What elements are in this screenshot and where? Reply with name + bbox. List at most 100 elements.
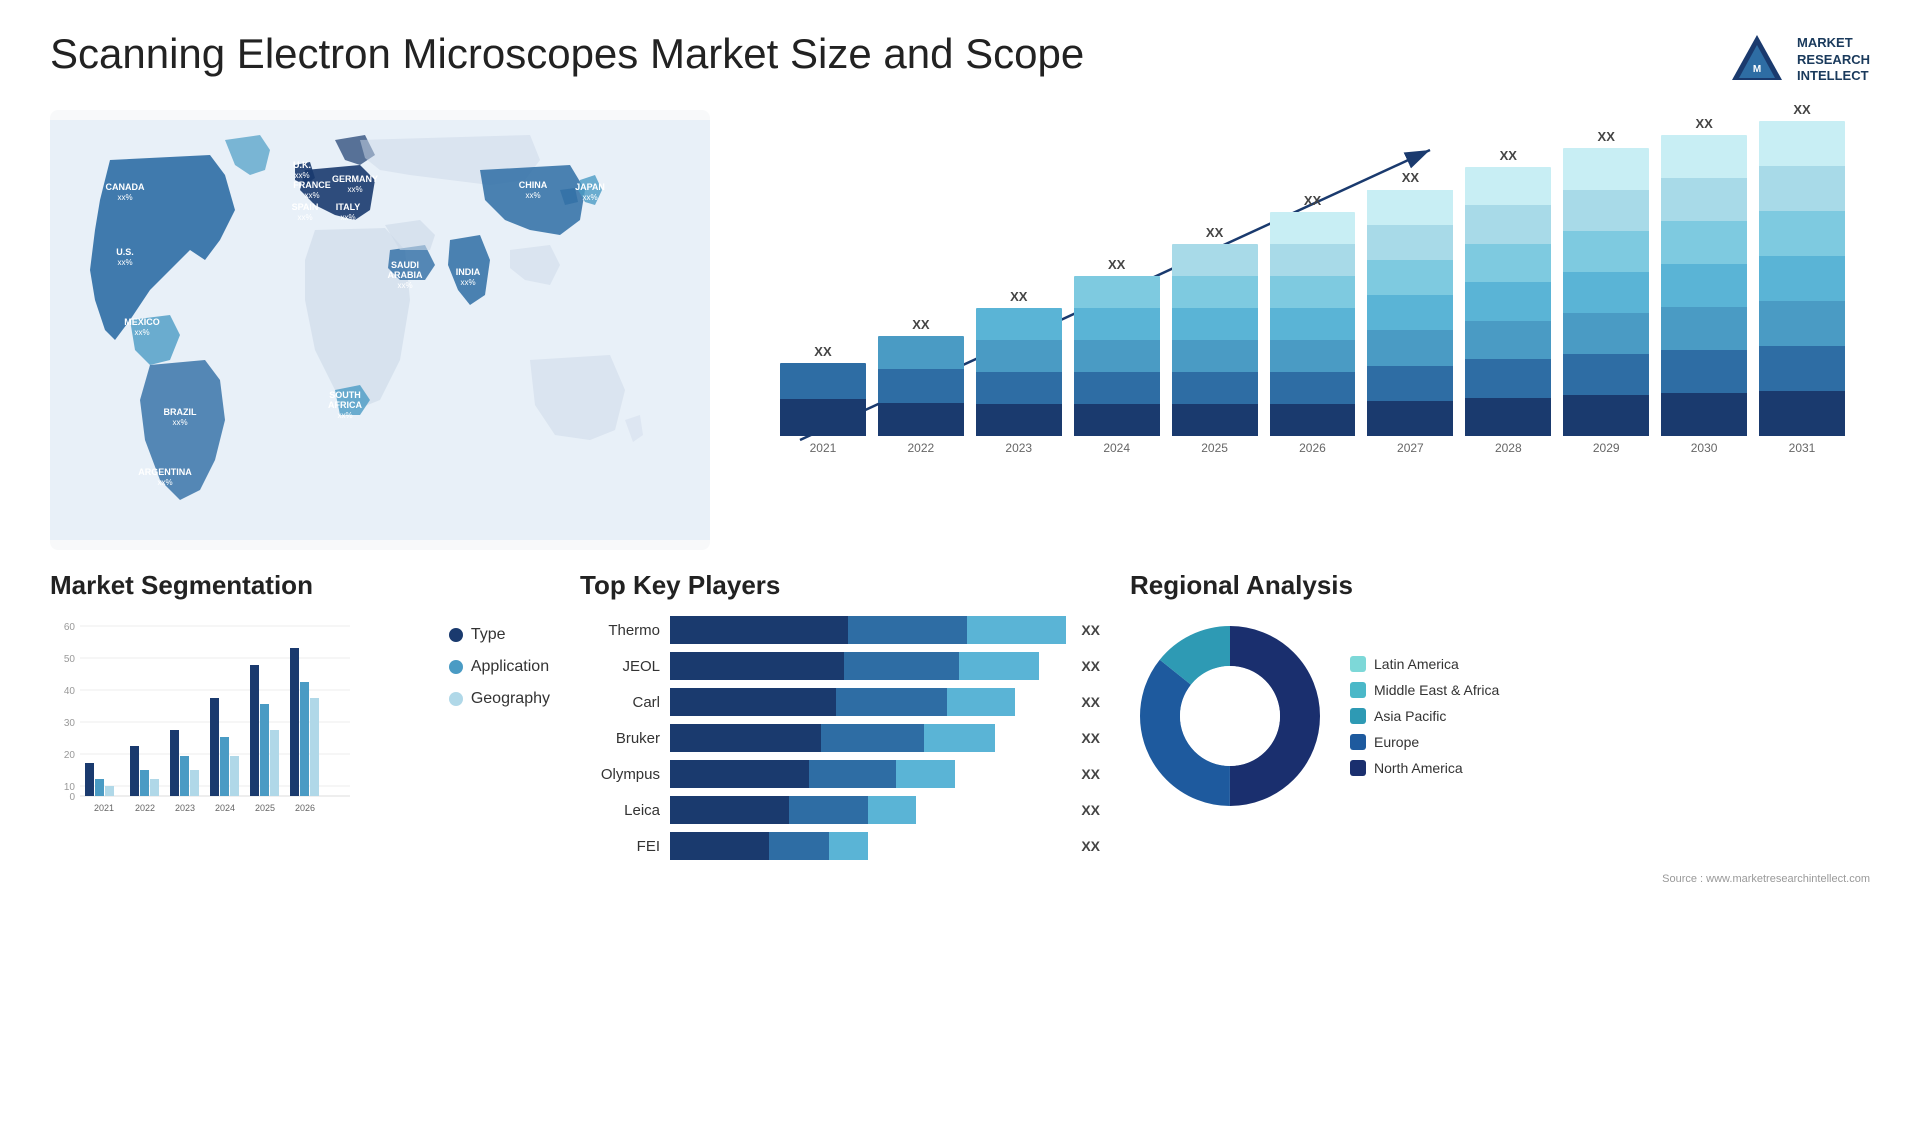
bar-xx-label-2025: XX: [1206, 225, 1223, 240]
player-bar-carl: [670, 688, 1066, 716]
y-axis: [755, 140, 775, 455]
legend-north-america-label: North America: [1374, 760, 1463, 776]
svg-text:ARABIA: ARABIA: [388, 270, 423, 280]
bar-year-label-2021: 2021: [810, 441, 837, 455]
segmentation-title: Market Segmentation: [50, 570, 550, 601]
svg-text:xx%: xx%: [337, 411, 352, 420]
svg-text:M: M: [1753, 64, 1761, 75]
legend-europe: Europe: [1350, 734, 1499, 750]
player-row-leica: Leica XX: [580, 796, 1100, 824]
svg-text:xx%: xx%: [340, 213, 355, 222]
logo-text: MARKET RESEARCH INTELLECT: [1797, 35, 1870, 86]
donut-chart-svg: [1130, 616, 1330, 816]
page-title: Scanning Electron Microscopes Market Siz…: [50, 30, 1084, 78]
bar-2031: [1759, 121, 1845, 436]
svg-text:xx%: xx%: [297, 213, 312, 222]
bar-xx-label-2030: XX: [1695, 116, 1712, 131]
bar-group-2027: XX2027: [1367, 170, 1453, 455]
bar-2029: [1563, 148, 1649, 436]
legend-geography-label: Geography: [471, 690, 550, 708]
player-bar-bruker: [670, 724, 1066, 752]
svg-text:xx%: xx%: [172, 418, 187, 427]
svg-text:2021: 2021: [94, 803, 114, 813]
svg-text:ARGENTINA: ARGENTINA: [138, 467, 192, 477]
seg-chart: 60 50 40 30 20 10 0 2021: [50, 616, 434, 841]
bar-xx-label-2027: XX: [1402, 170, 1419, 185]
svg-text:xx%: xx%: [294, 171, 309, 180]
player-bar-thermo: [670, 616, 1066, 644]
legend-latin-america-color: [1350, 656, 1366, 672]
bar-xx-label-2029: XX: [1598, 129, 1615, 144]
svg-text:SOUTH: SOUTH: [329, 390, 361, 400]
bar-group-2028: XX2028: [1465, 148, 1551, 455]
player-row-carl: Carl XX: [580, 688, 1100, 716]
bar-group-2021: XX2021: [780, 344, 866, 455]
bar-2021: [780, 363, 866, 436]
svg-text:U.S.: U.S.: [116, 247, 134, 257]
legend-application-dot: [449, 660, 463, 674]
svg-text:JAPAN: JAPAN: [575, 182, 605, 192]
bar-group-2026: XX2026: [1270, 193, 1356, 455]
bar-year-label-2026: 2026: [1299, 441, 1326, 455]
growth-chart-section: XX2021XX2022XX2023XX2024XX2025XX2026XX20…: [740, 110, 1870, 550]
legend-middle-east: Middle East & Africa: [1350, 682, 1499, 698]
bar-2024: [1074, 276, 1160, 436]
svg-text:xx%: xx%: [525, 191, 540, 200]
bar-group-2025: XX2025: [1172, 225, 1258, 455]
bar-group-2023: XX2023: [976, 289, 1062, 455]
svg-text:AFRICA: AFRICA: [328, 400, 362, 410]
player-bar-jeol: [670, 652, 1066, 680]
bar-group-2030: XX2030: [1661, 116, 1747, 455]
bar-year-label-2022: 2022: [908, 441, 935, 455]
bar-2026: [1270, 212, 1356, 436]
bar-2022: [878, 336, 964, 436]
bar-2028: [1465, 167, 1551, 436]
segmentation-section: Market Segmentation 60: [50, 570, 550, 860]
svg-text:ITALY: ITALY: [336, 202, 361, 212]
player-bars-list: Thermo XX JEOL: [580, 616, 1100, 860]
bar-group-2024: XX2024: [1074, 257, 1160, 455]
bar-group-2029: XX2029: [1563, 129, 1649, 455]
page-container: Scanning Electron Microscopes Market Siz…: [0, 0, 1920, 1146]
svg-text:xx%: xx%: [304, 191, 319, 200]
svg-text:2026: 2026: [295, 803, 315, 813]
player-name-jeol: JEOL: [580, 658, 660, 675]
legend-geography-dot: [449, 692, 463, 706]
legend-europe-color: [1350, 734, 1366, 750]
svg-text:FRANCE: FRANCE: [293, 180, 331, 190]
player-name-bruker: Bruker: [580, 730, 660, 747]
legend-latin-america: Latin America: [1350, 656, 1499, 672]
svg-text:2023: 2023: [175, 803, 195, 813]
svg-text:SAUDI: SAUDI: [391, 260, 419, 270]
seg-legend: Type Application Geography: [449, 616, 550, 841]
svg-text:60: 60: [64, 622, 76, 633]
svg-text:BRAZIL: BRAZIL: [164, 407, 197, 417]
regional-section: Regional Analysis: [1130, 570, 1870, 860]
donut-container: Latin America Middle East & Africa Asia …: [1130, 616, 1870, 816]
svg-text:xx%: xx%: [347, 185, 362, 194]
player-row-thermo: Thermo XX: [580, 616, 1100, 644]
legend-asia-pacific-color: [1350, 708, 1366, 724]
legend-europe-label: Europe: [1374, 734, 1419, 750]
svg-text:INDIA: INDIA: [456, 267, 481, 277]
segmentation-content: 60 50 40 30 20 10 0 2021: [50, 616, 550, 841]
legend-middle-east-label: Middle East & Africa: [1374, 682, 1499, 698]
bar-xx-label-2022: XX: [912, 317, 929, 332]
player-row-olympus: Olympus XX: [580, 760, 1100, 788]
logo: M MARKET RESEARCH INTELLECT: [1727, 30, 1870, 90]
svg-text:U.K.: U.K.: [293, 160, 311, 170]
player-bar-olympus: [670, 760, 1066, 788]
bar-xx-label-2024: XX: [1108, 257, 1125, 272]
svg-text:20: 20: [64, 750, 76, 761]
svg-text:30: 30: [64, 718, 76, 729]
legend-north-america: North America: [1350, 760, 1499, 776]
svg-text:2022: 2022: [135, 803, 155, 813]
svg-text:xx%: xx%: [582, 193, 597, 202]
bar-2027: [1367, 189, 1453, 436]
svg-text:xx%: xx%: [117, 258, 132, 267]
bar-year-label-2023: 2023: [1005, 441, 1032, 455]
svg-text:40: 40: [64, 686, 76, 697]
player-bar-fei: [670, 832, 1066, 860]
source-text: Source : www.marketresearchintellect.com: [1662, 873, 1870, 885]
svg-text:2024: 2024: [215, 803, 235, 813]
